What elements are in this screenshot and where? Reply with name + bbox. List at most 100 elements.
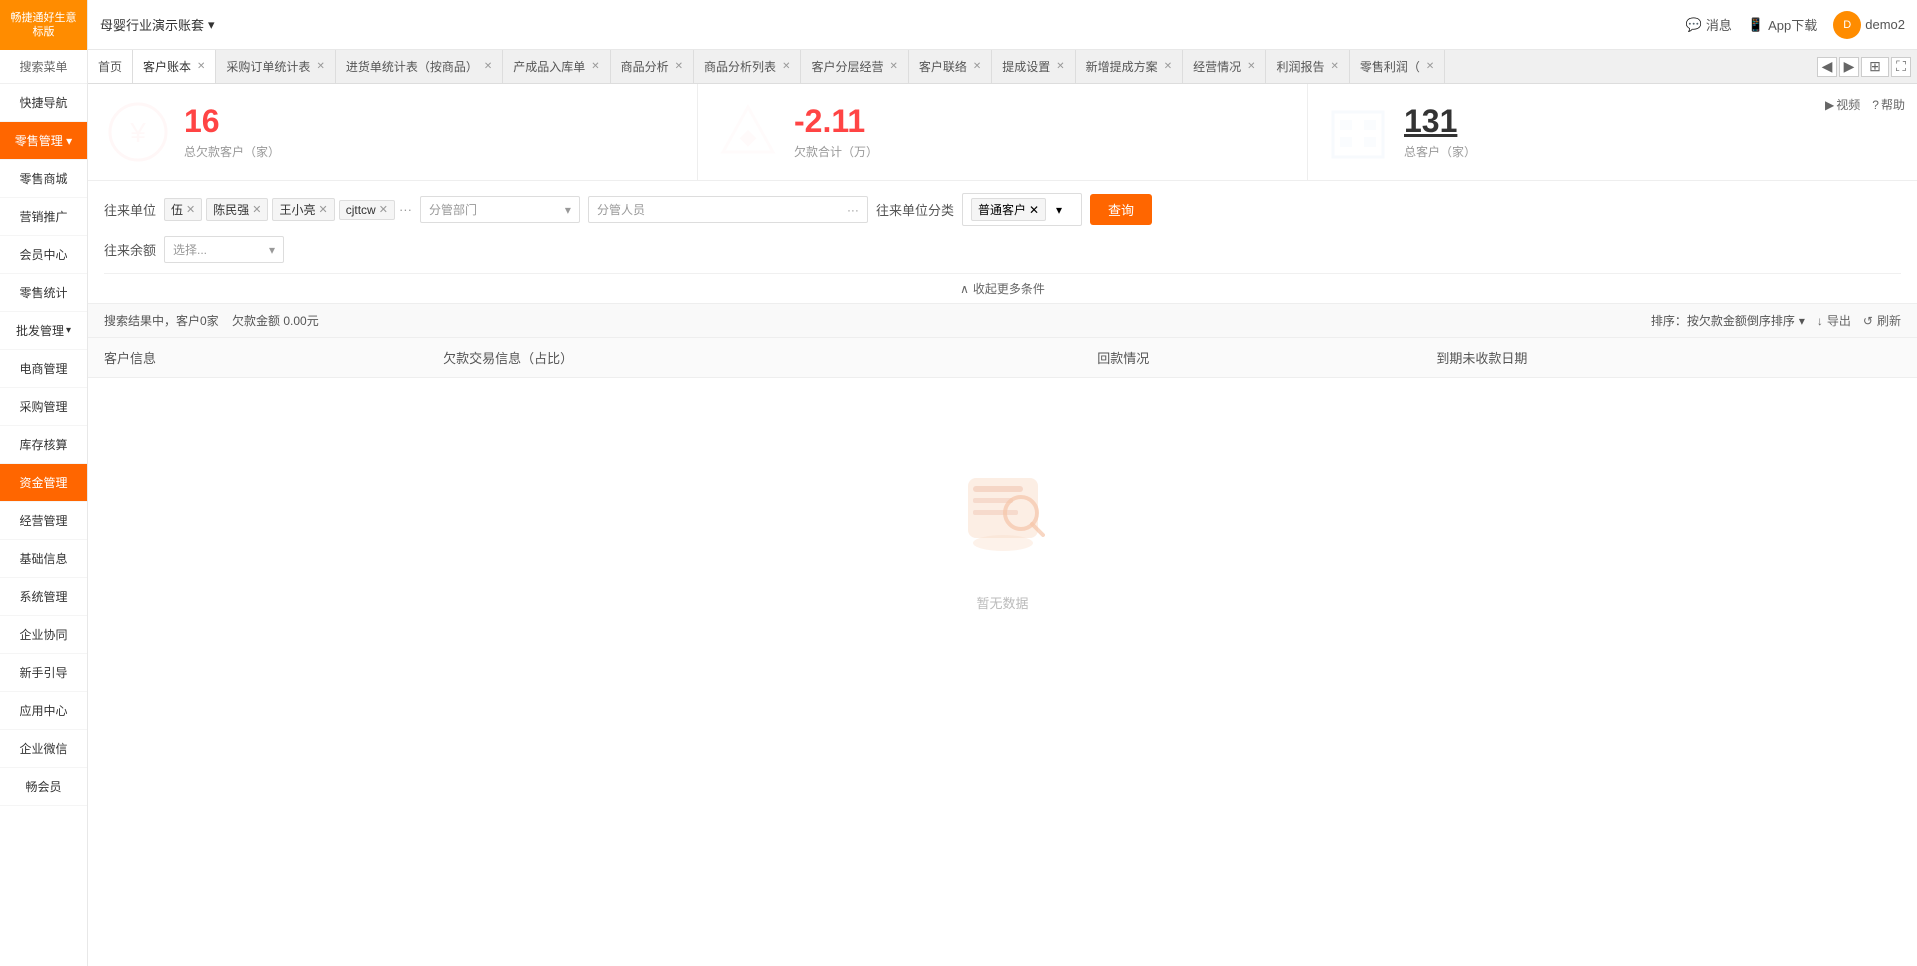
tab-close-icon[interactable]: ✕: [1247, 61, 1255, 72]
classify-arrow-icon: ▾: [1056, 203, 1062, 217]
tab-close-icon[interactable]: ✕: [973, 61, 981, 72]
stat-label-customers: 总欠款客户（家）: [184, 143, 280, 160]
unit-tag-wang: 王小亮 ✕: [272, 198, 334, 221]
tab-product-analysis[interactable]: 商品分析 ✕: [611, 50, 694, 84]
unit-filter-label: 往来单位: [104, 200, 156, 219]
tab-close-icon[interactable]: ✕: [591, 61, 599, 72]
table-header-row: 客户信息 欠款交易信息（占比） 回款情况 到期未收款日期: [88, 338, 1917, 378]
tab-customer-contact[interactable]: 客户联络 ✕: [909, 50, 992, 84]
tab-expand-button[interactable]: ⊞: [1861, 57, 1889, 77]
sidebar-item-ecom[interactable]: 电商管理: [0, 350, 87, 388]
tab-commission-settings[interactable]: 提成设置 ✕: [992, 50, 1075, 84]
tab-close-icon[interactable]: ✕: [1331, 61, 1339, 72]
tag-remove-cj[interactable]: ✕: [379, 203, 388, 216]
sidebar-item-retail-mall[interactable]: 零售商城: [0, 160, 87, 198]
svg-text:◆: ◆: [740, 124, 757, 149]
sidebar-item-purchase[interactable]: 采购管理: [0, 388, 87, 426]
empty-text: 暂无数据: [976, 593, 1028, 612]
sidebar-item-member-center[interactable]: 会员中心: [0, 236, 87, 274]
stat-label-debt: 欠款合计（万）: [794, 143, 878, 160]
play-icon: ▶: [1825, 98, 1834, 112]
doc-help-link[interactable]: ? 帮助: [1872, 96, 1905, 113]
stat-number-debt: -2.11: [794, 104, 878, 139]
tab-customer-layer[interactable]: 客户分层经营 ✕: [801, 50, 908, 84]
dept-select[interactable]: 分管部门 ▾: [420, 196, 580, 223]
balance-select[interactable]: 选择... ▾: [164, 236, 284, 263]
tab-customer-ledger[interactable]: 客户账本 ✕: [133, 50, 216, 84]
tab-close-icon[interactable]: ✕: [675, 61, 683, 72]
tag-remove-chen[interactable]: ✕: [252, 203, 261, 216]
tab-close-icon[interactable]: ✕: [1164, 61, 1172, 72]
logo-text: 畅捷通好生意 标版: [11, 11, 77, 40]
sort-label: 排序：按欠款金额倒序排序: [1651, 312, 1795, 329]
sidebar-item-app-center[interactable]: 应用中心: [0, 692, 87, 730]
account-selector[interactable]: 母婴行业演示账套 ▾: [100, 15, 215, 34]
sidebar-item-retail[interactable]: 零售管理 ▾: [0, 122, 87, 160]
sidebar-item-search[interactable]: 搜索菜单: [0, 50, 87, 84]
tab-close-icon[interactable]: ✕: [484, 61, 492, 72]
tab-operation[interactable]: 经营情况 ✕: [1183, 50, 1266, 84]
sidebar-item-guide[interactable]: 新手引导: [0, 654, 87, 692]
more-tags-btn[interactable]: ···: [399, 202, 412, 217]
sidebar-item-retail-stats[interactable]: 零售统计: [0, 274, 87, 312]
tab-finished-goods[interactable]: 产成品入库单 ✕: [503, 50, 610, 84]
collapse-filter-btn[interactable]: ∧ 收起更多条件: [104, 273, 1901, 303]
tab-profit-report[interactable]: 利润报告 ✕: [1266, 50, 1349, 84]
empty-icon: [943, 458, 1063, 577]
unit-tag-chen: 陈民强 ✕: [206, 198, 268, 221]
tab-purchase-order[interactable]: 采购订单统计表 ✕: [216, 50, 335, 84]
refresh-button[interactable]: ↺ 刷新: [1863, 312, 1901, 329]
classify-tag-remove[interactable]: ✕: [1029, 203, 1039, 217]
result-info: 搜索结果中，客户0家 欠款金额 0.00元: [104, 312, 319, 329]
tab-inbound-stats[interactable]: 进货单统计表（按商品） ✕: [336, 50, 503, 84]
person-select[interactable]: 分管人员 ···: [588, 196, 868, 223]
tab-retail-profit[interactable]: 零售利润（ ✕: [1350, 50, 1445, 84]
tab-prev-button[interactable]: ◀: [1817, 57, 1837, 77]
message-button[interactable]: 💬 消息: [1686, 15, 1732, 34]
tab-fullscreen-button[interactable]: ⛶: [1891, 57, 1911, 77]
collapse-up-icon: ∧: [960, 282, 969, 296]
sidebar-item-collab[interactable]: 企业协同: [0, 616, 87, 654]
stat-icon-yuan: ¥: [108, 102, 168, 162]
sidebar-item-wholesale[interactable]: 批发管理 ▾: [0, 312, 87, 350]
tag-remove-wu[interactable]: ✕: [186, 203, 195, 216]
tab-close-icon[interactable]: ✕: [316, 61, 324, 72]
sidebar-item-quicknav[interactable]: 快捷导航: [0, 84, 87, 122]
app-download-button[interactable]: 📱 App下载: [1748, 15, 1817, 34]
classify-tag: 普通客户 ✕: [971, 198, 1046, 221]
classify-select[interactable]: 普通客户 ✕ ▾: [962, 193, 1082, 226]
export-icon: ↓: [1817, 314, 1823, 328]
sidebar-item-vip[interactable]: 畅会员: [0, 768, 87, 806]
col-debt-info: 欠款交易信息（占比）: [427, 338, 1081, 378]
topbar-left: 母婴行业演示账套 ▾: [100, 15, 215, 34]
result-bar: 搜索结果中，客户0家 欠款金额 0.00元 排序：按欠款金额倒序排序 ▾ ↓ 导…: [88, 303, 1917, 338]
tab-product-list[interactable]: 商品分析列表 ✕: [694, 50, 801, 84]
query-button[interactable]: 查询: [1090, 194, 1152, 225]
filter-row-balance: 往来余额 选择... ▾: [104, 236, 1901, 263]
filter-area: 往来单位 伍 ✕ 陈民强 ✕ 王小亮 ✕ cjttcw: [88, 181, 1917, 303]
sidebar-item-basic-info[interactable]: 基础信息: [0, 540, 87, 578]
tab-next-button[interactable]: ▶: [1839, 57, 1859, 77]
help-icon: ?: [1872, 98, 1879, 112]
tab-home[interactable]: 首页: [88, 50, 133, 84]
tab-close-icon[interactable]: ✕: [782, 61, 790, 72]
tab-close-icon[interactable]: ✕: [1056, 61, 1064, 72]
sort-select[interactable]: 排序：按欠款金额倒序排序 ▾: [1651, 312, 1805, 329]
tag-remove-wang[interactable]: ✕: [319, 203, 328, 216]
sidebar-item-wechat[interactable]: 企业微信: [0, 730, 87, 768]
tab-new-commission[interactable]: 新增提成方案 ✕: [1076, 50, 1183, 84]
tab-close-icon[interactable]: ✕: [1426, 61, 1434, 72]
sidebar: 畅捷通好生意 标版 搜索菜单 快捷导航 零售管理 ▾ 零售商城 营销推广 会员中…: [0, 0, 88, 966]
tab-close-icon[interactable]: ✕: [197, 61, 205, 72]
sidebar-item-finance[interactable]: 资金管理: [0, 464, 87, 502]
sidebar-item-operation[interactable]: 经营管理: [0, 502, 87, 540]
user-avatar[interactable]: D demo2: [1833, 11, 1905, 39]
sidebar-item-inventory[interactable]: 库存核算: [0, 426, 87, 464]
data-table: 客户信息 欠款交易信息（占比） 回款情况 到期未收款日期: [88, 338, 1917, 378]
tab-close-icon[interactable]: ✕: [889, 61, 897, 72]
export-button[interactable]: ↓ 导出: [1817, 312, 1851, 329]
sidebar-item-system[interactable]: 系统管理: [0, 578, 87, 616]
video-help-link[interactable]: ▶ 视频: [1825, 96, 1860, 113]
topbar-right: 💬 消息 📱 App下载 D demo2: [1686, 11, 1905, 39]
sidebar-item-marketing[interactable]: 营销推广: [0, 198, 87, 236]
